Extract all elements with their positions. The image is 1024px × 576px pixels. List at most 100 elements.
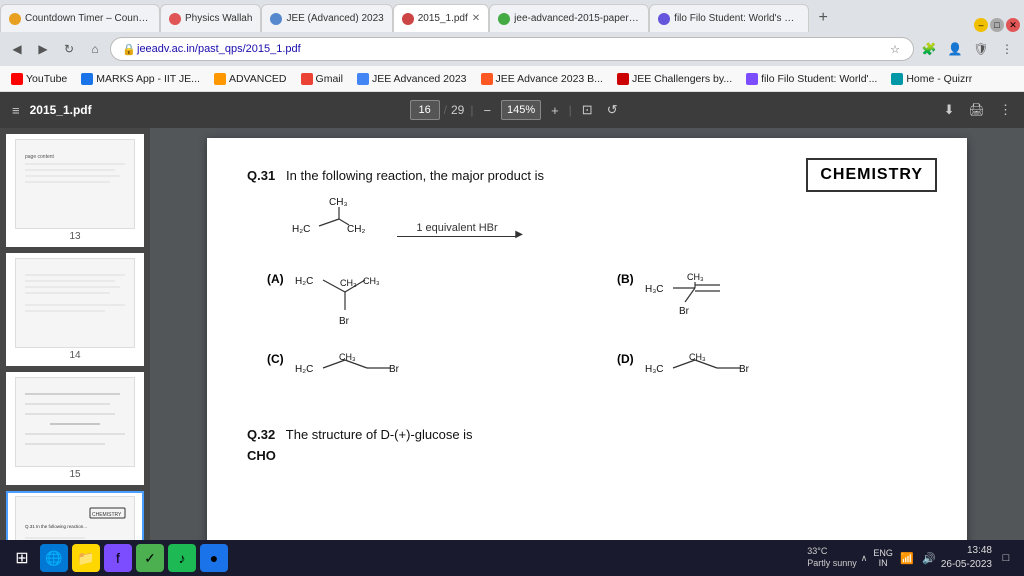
svg-text:H₂C: H₂C: [292, 224, 310, 235]
thumbnail-14[interactable]: 14: [6, 253, 144, 366]
svg-text:CH₂: CH₂: [347, 224, 365, 235]
bookmark-quizrr[interactable]: Home - Quizrr: [886, 71, 977, 87]
zoom-input[interactable]: [501, 100, 541, 120]
advanced-icon: [214, 73, 226, 85]
wifi-icon[interactable]: 📶: [899, 550, 915, 566]
thumb-img-15: [15, 377, 135, 467]
page-info: / 29: [410, 100, 465, 120]
pdf-menu-button[interactable]: ≡: [8, 101, 24, 120]
tab-countdown[interactable]: Countdown Timer – Countdown: [0, 4, 160, 32]
quizrr-icon: [891, 73, 903, 85]
taskbar-filo[interactable]: f: [104, 544, 132, 572]
tab-filo[interactable]: filo Filo Student: World's Only Live ...: [649, 4, 809, 32]
svg-text:H₃C: H₃C: [645, 364, 664, 375]
bookmark-filo[interactable]: filo Filo Student: World'...: [741, 71, 882, 87]
svg-text:page content: page content: [25, 154, 55, 160]
bookmark-marks-app[interactable]: MARKS App - IIT JE...: [76, 71, 205, 87]
q31-question: In the following reaction, the major pro…: [286, 168, 544, 183]
taskbar-folder[interactable]: 📁: [72, 544, 100, 572]
pdf-title: 2015_1.pdf: [30, 103, 92, 117]
new-tab-button[interactable]: +: [809, 4, 837, 32]
tab-jee-advanced-2023[interactable]: JEE (Advanced) 2023: [261, 4, 392, 32]
svg-text:Br: Br: [679, 306, 690, 317]
tab-physics-wallah[interactable]: Physics Wallah: [160, 4, 261, 32]
youtube-icon: [11, 73, 23, 85]
minimize-button[interactable]: –: [974, 18, 988, 32]
taskbar-edge[interactable]: 🌐: [40, 544, 68, 572]
option-a: (A) H₂C CH₃ CH₃ Br: [267, 272, 577, 342]
star-icon[interactable]: ☆: [887, 41, 903, 57]
bookmark-jee-challengers[interactable]: JEE Challengers by...: [612, 71, 737, 87]
pdf-viewer: ≡ 2015_1.pdf / 29 | − + | ⊡ ↺ ⬇ 🖨 ⋮: [0, 92, 1024, 576]
taskbar-chrome[interactable]: ●: [200, 544, 228, 572]
zoom-out-button[interactable]: −: [479, 101, 495, 120]
pdf-page: CHEMISTRY Q.31 In the following reaction…: [207, 138, 967, 576]
volume-icon[interactable]: 🔊: [921, 550, 937, 566]
taskbar-spotify[interactable]: ♪: [168, 544, 196, 572]
option-a-svg: H₂C CH₃ CH₃ Br: [295, 272, 425, 342]
taskbar-check[interactable]: ✓: [136, 544, 164, 572]
svg-text:Br: Br: [339, 316, 350, 327]
start-button[interactable]: ⊞: [8, 544, 36, 572]
pdf-main[interactable]: CHEMISTRY Q.31 In the following reaction…: [150, 128, 1024, 576]
bookmark-jee-advance-b[interactable]: JEE Advance 2023 B...: [476, 71, 608, 87]
tab-jee-paper[interactable]: jee-advanced-2015-paper-1-sci...: [489, 4, 649, 32]
back-button[interactable]: ◀: [6, 38, 28, 60]
weather-temp: 33°C: [807, 546, 857, 558]
tab-pdf[interactable]: 2015_1.pdf ✕: [393, 4, 489, 32]
thumbnail-15[interactable]: 15: [6, 372, 144, 485]
jee-challengers-icon: [617, 73, 629, 85]
page-number-input[interactable]: [410, 100, 440, 120]
jee-advance-b-icon: [481, 73, 493, 85]
thumbnail-13[interactable]: page content 13: [6, 134, 144, 247]
page-separator: /: [444, 103, 447, 117]
bookmark-advanced[interactable]: ADVANCED: [209, 71, 292, 87]
clock-time: 13:48: [941, 544, 992, 558]
svg-text:Q.31 In the following reaction: Q.31 In the following reaction...: [25, 524, 87, 529]
svg-text:H₂C: H₂C: [295, 364, 313, 375]
thumb-num-14: 14: [69, 350, 80, 361]
reload-button[interactable]: ↻: [58, 38, 80, 60]
svg-text:Br: Br: [389, 364, 400, 375]
address-bar[interactable]: 🔒 jeeadv.ac.in/past_qps/2015_1.pdf ☆: [110, 37, 914, 61]
more-button[interactable]: ⋮: [995, 100, 1016, 120]
pdf-sidebar[interactable]: page content 13: [0, 128, 150, 576]
reaction-arrow: [397, 236, 517, 238]
home-button[interactable]: ⌂: [84, 38, 106, 60]
maximize-button[interactable]: □: [990, 18, 1004, 32]
reaction-area: CH₃ H₂C CH₂ 1 equivalent HBr: [287, 197, 927, 262]
bookmark-jee-2023[interactable]: JEE Advanced 2023: [352, 71, 472, 87]
q32-text: The structure of D-(+)-glucose is: [286, 427, 473, 442]
bookmark-gmail[interactable]: Gmail: [296, 71, 348, 87]
extensions-icon[interactable]: 🧩: [918, 38, 940, 60]
window-controls: – □ ✕: [974, 18, 1024, 32]
download-button[interactable]: ⬇: [940, 100, 959, 120]
close-button[interactable]: ✕: [1006, 18, 1020, 32]
fit-page-button[interactable]: ⊡: [578, 100, 597, 120]
tab-close-icon[interactable]: ✕: [472, 13, 480, 24]
option-c-svg: H₂C CH₃ Br: [295, 352, 435, 407]
chemistry-label-box: CHEMISTRY: [806, 158, 937, 192]
option-a-label: (A): [267, 272, 287, 286]
zoom-in-button[interactable]: +: [547, 101, 563, 120]
arrow-area: 1 equivalent HBr: [397, 222, 517, 238]
q31-number: Q.31: [247, 168, 275, 183]
option-b-label: (B): [617, 272, 637, 286]
thumb-content-14: [20, 265, 130, 345]
lang-label: ENG IN: [873, 548, 893, 568]
bookmark-youtube[interactable]: YouTube: [6, 71, 72, 87]
address-icons: ☆: [887, 41, 903, 57]
thumb-content-15: [20, 384, 130, 464]
rotate-button[interactable]: ↺: [603, 100, 622, 120]
option-d: (D) H₃C CH₃ Br: [617, 352, 927, 407]
svg-text:CHEMISTRY: CHEMISTRY: [92, 512, 122, 518]
options-grid: (A) H₂C CH₃ CH₃ Br: [267, 272, 927, 407]
taskbar-clock[interactable]: 13:48 26-05-2023: [941, 544, 992, 572]
forward-button[interactable]: ▶: [32, 38, 54, 60]
expand-icon[interactable]: ∧: [861, 553, 868, 564]
profile-icon[interactable]: 👤: [944, 38, 966, 60]
shield-icon[interactable]: 🛡: [970, 38, 992, 60]
print-button[interactable]: 🖨: [965, 100, 990, 120]
settings-icon[interactable]: ⋮: [996, 38, 1018, 60]
notifications-icon[interactable]: □: [996, 550, 1016, 566]
